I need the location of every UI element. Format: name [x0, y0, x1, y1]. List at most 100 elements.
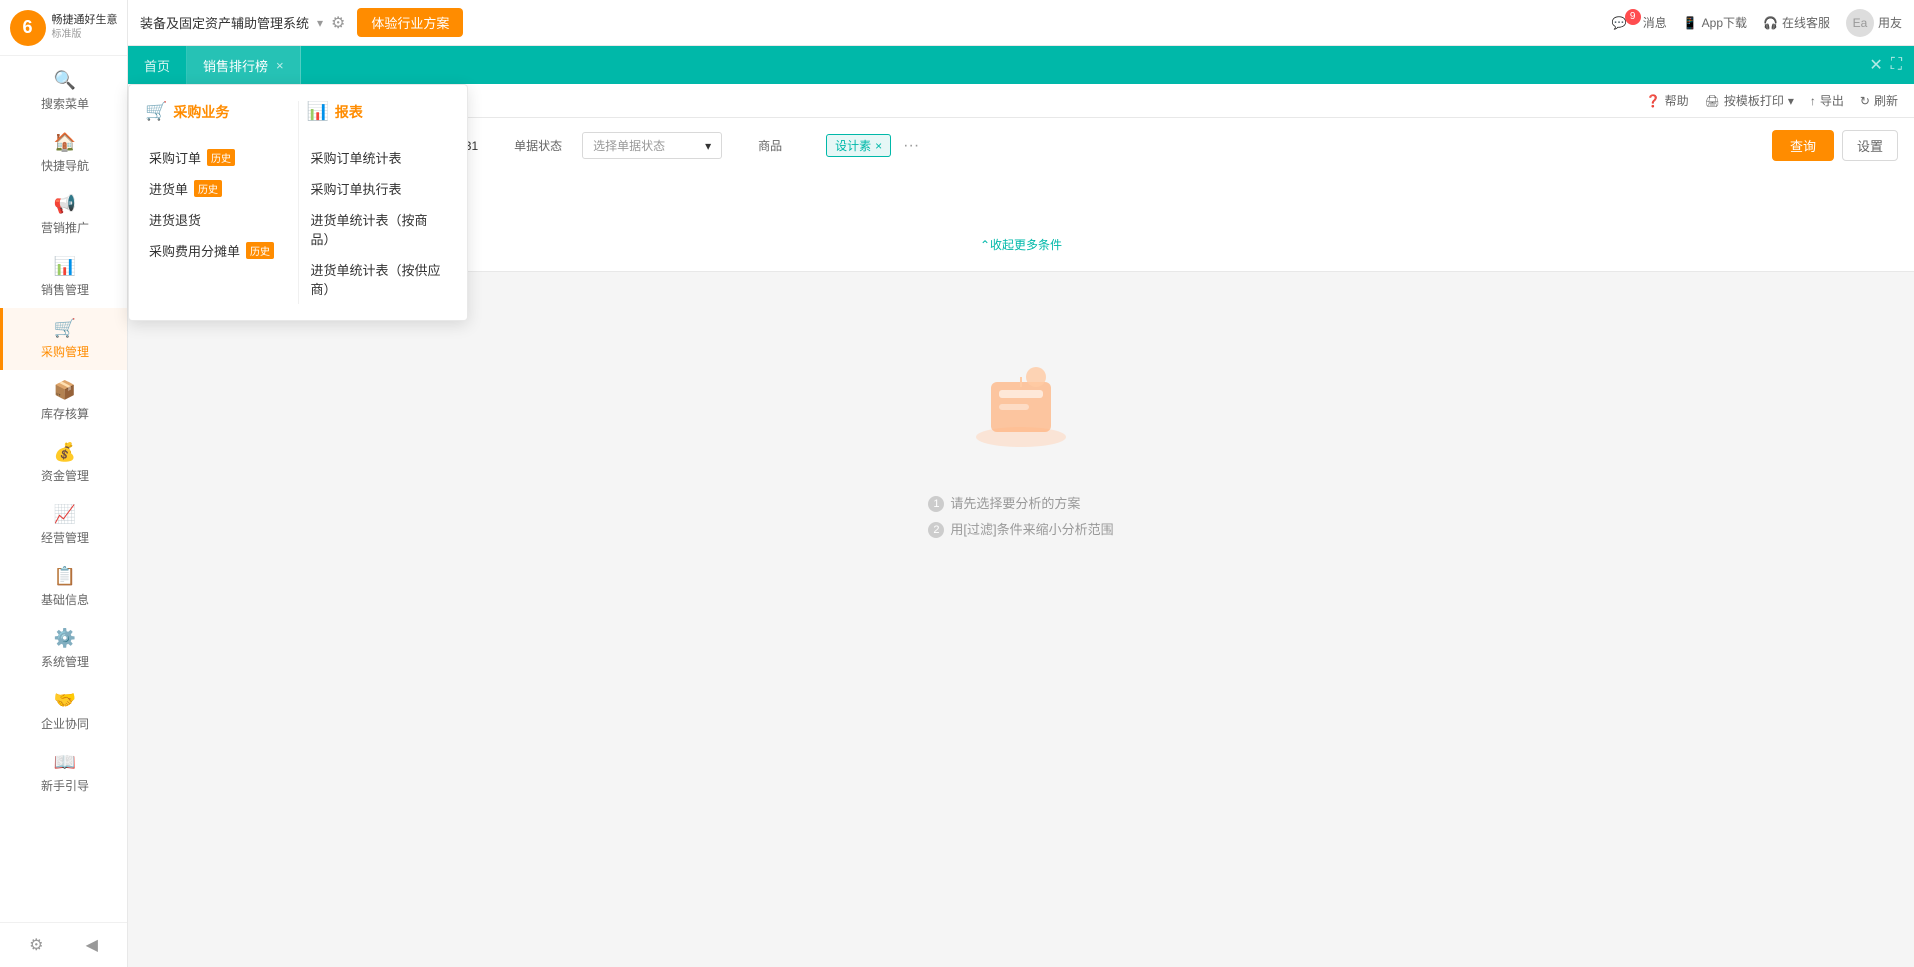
nav-icon-5: 📦 [54, 380, 76, 401]
sidebar-settings-icon[interactable]: ⚙ [29, 935, 43, 955]
menu-badge-0: 历史 [207, 149, 235, 166]
sidebar-logo: 6 畅捷通好生意 标准版 [0, 0, 127, 56]
purchase-menu-item-3[interactable]: 采购费用分摊单历史 [145, 235, 290, 266]
app-download-btn[interactable]: 📱 App下载 [1683, 14, 1747, 31]
filter-settings-btn[interactable]: 设置 [1842, 130, 1898, 161]
print-icon: 🖨 [1705, 94, 1720, 108]
export-icon: ↑ [1810, 94, 1816, 108]
tip-text-2: 用[过滤]条件来缩小分析范围 [950, 517, 1113, 543]
sidebar-item-7[interactable]: 📈经营管理 [0, 494, 127, 556]
tab-window-close-icon[interactable]: ✕ [1869, 55, 1882, 75]
nav-label-6: 资金管理 [41, 467, 89, 484]
empty-illustration [961, 352, 1081, 471]
report-menu-item-0[interactable]: 采购订单统计表 [307, 142, 452, 173]
tab-close-icon[interactable]: × [276, 58, 284, 73]
phone-icon: 📱 [1683, 16, 1698, 30]
nav-icon-3: 📊 [54, 256, 76, 277]
nav-label-8: 基础信息 [41, 591, 89, 608]
sidebar-item-11[interactable]: 📖新手引导 [0, 742, 127, 804]
dropdown-arrow-icon[interactable]: ▾ [317, 16, 323, 30]
sidebar-item-2[interactable]: 📢 营销推广 [0, 184, 127, 246]
report-menu-item-2[interactable]: 进货单统计表（按商品） [307, 204, 452, 254]
bill-status-dropdown[interactable]: 选择单据状态 ▾ [582, 132, 722, 159]
sidebar-item-1[interactable]: 🏠 快捷导航 [0, 122, 127, 184]
nav-icon-2: 📢 [54, 194, 76, 215]
menu-badge-3: 历史 [246, 242, 274, 259]
purchase-menu-item-1[interactable]: 进货单历史 [145, 173, 290, 204]
export-btn[interactable]: ↑ 导出 [1810, 92, 1844, 109]
refresh-btn[interactable]: ↻ 刷新 [1860, 92, 1898, 109]
sidebar-item-0[interactable]: 🔍 搜索菜单 [0, 60, 127, 122]
report-col-title: 📊 报表 [307, 101, 452, 130]
nav-icon-1: 🏠 [54, 132, 76, 153]
goods-tag-close-icon[interactable]: × [875, 139, 882, 153]
report-menu-item-1[interactable]: 采购订单执行表 [307, 173, 452, 204]
nav-label-4: 采购管理 [41, 343, 89, 360]
report-menu-item-3[interactable]: 进货单统计表（按供应商） [307, 254, 452, 304]
message-btn[interactable]: 💬 9 消息 [1612, 14, 1667, 31]
sidebar-item-9[interactable]: ⚙️系统管理 [0, 618, 127, 680]
query-btn[interactable]: 查询 [1772, 130, 1834, 161]
sidebar-collapse-icon[interactable]: ◀ [86, 935, 98, 955]
nav-label-10: 企业协同 [41, 715, 89, 732]
tab-sales-rank[interactable]: 销售排行榜 × [187, 46, 301, 84]
goods-label: 商品 [758, 137, 818, 154]
settings-icon[interactable]: ⚙ [331, 13, 345, 33]
topbar-right: 💬 9 消息 📱 App下载 🎧 在线客服 Ea 用友 [1612, 9, 1902, 37]
industry-btn[interactable]: 体验行业方案 [357, 8, 463, 37]
sidebar-bottom: ⚙ ◀ [0, 922, 127, 967]
goods-more-icon[interactable]: ··· [903, 137, 919, 155]
chevron-up-icon: ⌃ [980, 238, 990, 252]
tab-home[interactable]: 首页 [128, 46, 187, 84]
nav-label-3: 销售管理 [41, 281, 89, 298]
online-service-btn[interactable]: 🎧 在线客服 [1763, 14, 1830, 31]
nav-label-1: 快捷导航 [41, 157, 89, 174]
sidebar-nav: 🔍 搜索菜单 🏠 快捷导航 📢 营销推广 📊 销售管理 🛒 采购管理 📦库存核算 💰 资金管理 📈经营管理… [0, 56, 127, 922]
sidebar-item-5[interactable]: 📦库存核算 [0, 370, 127, 432]
purchase-item-label-1: 进货单 [149, 179, 188, 198]
empty-state: 1 请先选择要分析的方案 2 用[过滤]条件来缩小分析范围 [128, 272, 1914, 623]
menu-badge-1: 历史 [194, 180, 222, 197]
report-col-icon: 📊 [307, 101, 329, 122]
help-btn[interactable]: ❓ 帮助 [1646, 92, 1689, 109]
nav-label-0: 搜索菜单 [41, 95, 89, 112]
avatar: Ea [1846, 9, 1874, 37]
sidebar-item-10[interactable]: 🤝 企业协同 [0, 680, 127, 742]
sidebar-item-8[interactable]: 📋基础信息 [0, 556, 127, 618]
menu-col-purchase: 🛒 采购业务 采购订单历史进货单历史进货退货采购费用分摊单历史 [145, 101, 290, 304]
purchase-item-label-2: 进货退货 [149, 210, 201, 229]
tab-window-expand-icon[interactable]: ⛶ [1891, 56, 1902, 74]
purchase-item-label-0: 采购订单 [149, 148, 201, 167]
report-item-label-0: 采购订单统计表 [311, 148, 402, 167]
nav-label-11: 新手引导 [41, 777, 89, 794]
empty-tips: 1 请先选择要分析的方案 2 用[过滤]条件来缩小分析范围 [928, 491, 1113, 543]
template-print-btn[interactable]: 🖨 按模板打印 ▾ [1705, 92, 1794, 109]
dropdown-chevron-icon: ▾ [705, 139, 711, 153]
system-title: 装备及固定资产辅助管理系统 [140, 13, 309, 32]
report-item-label-1: 采购订单执行表 [311, 179, 402, 198]
nav-icon-6: 💰 [54, 442, 76, 463]
nav-icon-0: 🔍 [54, 70, 76, 91]
menu-columns: 🛒 采购业务 采购订单历史进货单历史进货退货采购费用分摊单历史 📊 报表 采购订… [145, 101, 451, 304]
goods-tag: 设计素 × [826, 134, 891, 157]
report-item-label-2: 进货单统计表（按商品） [311, 210, 448, 248]
headset-icon: 🎧 [1763, 16, 1778, 30]
purchase-col-title: 🛒 采购业务 [145, 101, 290, 130]
purchase-menu-item-2[interactable]: 进货退货 [145, 204, 290, 235]
message-label: 消息 [1643, 14, 1667, 31]
nav-icon-4: 🛒 [54, 318, 76, 339]
filter-action-btns: 查询 设置 [1772, 130, 1898, 161]
refresh-icon: ↻ [1860, 94, 1870, 108]
sidebar-item-6[interactable]: 💰 资金管理 [0, 432, 127, 494]
topbar: 装备及固定资产辅助管理系统 ▾ ⚙ 体验行业方案 💬 9 消息 📱 App下载 … [128, 0, 1914, 46]
purchase-menu-overlay: 🛒 采购业务 采购订单历史进货单历史进货退货采购费用分摊单历史 📊 报表 采购订… [128, 84, 468, 321]
nav-icon-10: 🤝 [54, 690, 76, 711]
purchase-menu-item-0[interactable]: 采购订单历史 [145, 142, 290, 173]
print-arrow-icon: ▾ [1788, 94, 1794, 108]
sidebar-item-4[interactable]: 🛒 采购管理 [0, 308, 127, 370]
purchase-col-icon: 🛒 [145, 101, 167, 122]
nav-label-2: 营销推广 [41, 219, 89, 236]
tip-num-2: 2 [928, 522, 944, 538]
sidebar-item-3[interactable]: 📊 销售管理 [0, 246, 127, 308]
user-menu[interactable]: Ea 用友 [1846, 9, 1902, 37]
